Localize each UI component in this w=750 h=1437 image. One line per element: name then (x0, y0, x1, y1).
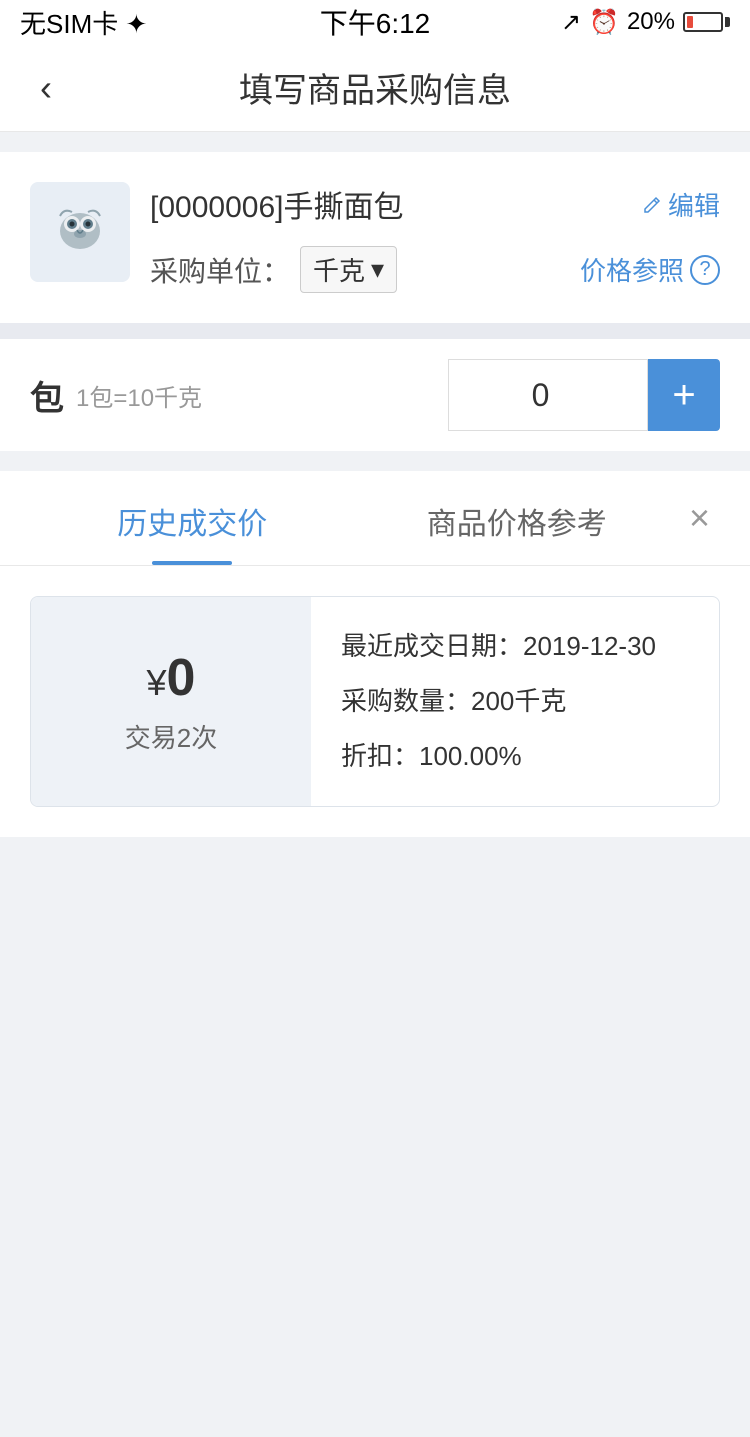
discount-value: 100.00% (419, 741, 522, 771)
tab-close-button[interactable]: × (679, 487, 720, 549)
transaction-count: 交易2次 (125, 718, 217, 755)
purchase-unit-label: 采购单位： (150, 250, 290, 290)
discount-row: 折扣：100.00% (341, 737, 689, 776)
question-icon: ? (690, 255, 720, 285)
transaction-card: ¥0 交易2次 最近成交日期：2019-12-30 采购数量：200千克 折扣：… (30, 596, 720, 807)
page-title: 填写商品采购信息 (239, 63, 511, 112)
dropdown-icon: ▾ (371, 254, 384, 285)
empty-area (0, 837, 750, 1437)
tab-history-price[interactable]: 历史成交价 (30, 471, 354, 565)
battery-percent: 20% (627, 8, 675, 36)
section-divider (0, 323, 750, 339)
status-right: ↗ ⏰ 20% (561, 8, 730, 37)
unit-value: 千克 (313, 251, 365, 288)
quantity-plus-button[interactable]: + (648, 359, 720, 431)
currency-symbol: ¥ (147, 662, 167, 703)
header: ‹ 填写商品采购信息 (0, 44, 750, 132)
qty-unit-label: 包 (30, 371, 64, 420)
product-thumbnail-icon (50, 196, 110, 268)
tab-content: ¥0 交易2次 最近成交日期：2019-12-30 采购数量：200千克 折扣：… (0, 566, 750, 837)
purchase-qty-value: 200千克 (471, 686, 566, 716)
location-icon: ↗ (561, 8, 581, 37)
price-value: 0 (167, 649, 196, 707)
status-left: 无SIM卡 ✦ (20, 4, 147, 41)
product-name: [0000006]手撕面包 (150, 182, 403, 226)
product-image (30, 182, 130, 282)
edit-button[interactable]: 编辑 (642, 186, 720, 223)
tab-product-price-ref[interactable]: 商品价格参考 (354, 471, 678, 565)
carrier-text: 无SIM卡 ✦ (20, 4, 147, 41)
battery-icon (683, 12, 730, 32)
status-time: 下午6:12 (320, 2, 431, 42)
alarm-icon: ⏰ (589, 8, 619, 37)
transaction-price: ¥0 (147, 648, 196, 708)
purchase-qty-row: 采购数量：200千克 (341, 682, 689, 721)
status-bar: 无SIM卡 ✦ 下午6:12 ↗ ⏰ 20% (0, 0, 750, 44)
unit-select[interactable]: 千克 ▾ (300, 246, 397, 293)
transaction-detail-section: 最近成交日期：2019-12-30 采购数量：200千克 折扣：100.00% (311, 597, 719, 806)
quantity-input[interactable] (448, 359, 648, 431)
tabs-section: 历史成交价 商品价格参考 × ¥0 交易2次 最近成交日期：2019-12-30… (0, 471, 750, 837)
purchase-qty-label: 采购数量： (341, 686, 471, 716)
product-card: [0000006]手撕面包 编辑 采购单位： 千克 ▾ (0, 152, 750, 323)
recent-date-label: 最近成交日期： (341, 631, 523, 661)
product-info: [0000006]手撕面包 编辑 采购单位： 千克 ▾ (150, 182, 720, 293)
price-ref-button[interactable]: 价格参照 ? (580, 251, 720, 288)
quantity-row: 包 1包=10千克 + (0, 339, 750, 451)
recent-date-row: 最近成交日期：2019-12-30 (341, 627, 689, 666)
back-button[interactable]: ‹ (30, 57, 62, 119)
discount-label: 折扣： (341, 741, 419, 771)
qty-input-area: + (448, 359, 720, 431)
tabs-header: 历史成交价 商品价格参考 × (0, 471, 750, 566)
transaction-price-section: ¥0 交易2次 (31, 597, 311, 806)
qty-conversion-label: 1包=10千克 (76, 378, 202, 413)
recent-date-value: 2019-12-30 (523, 631, 656, 661)
